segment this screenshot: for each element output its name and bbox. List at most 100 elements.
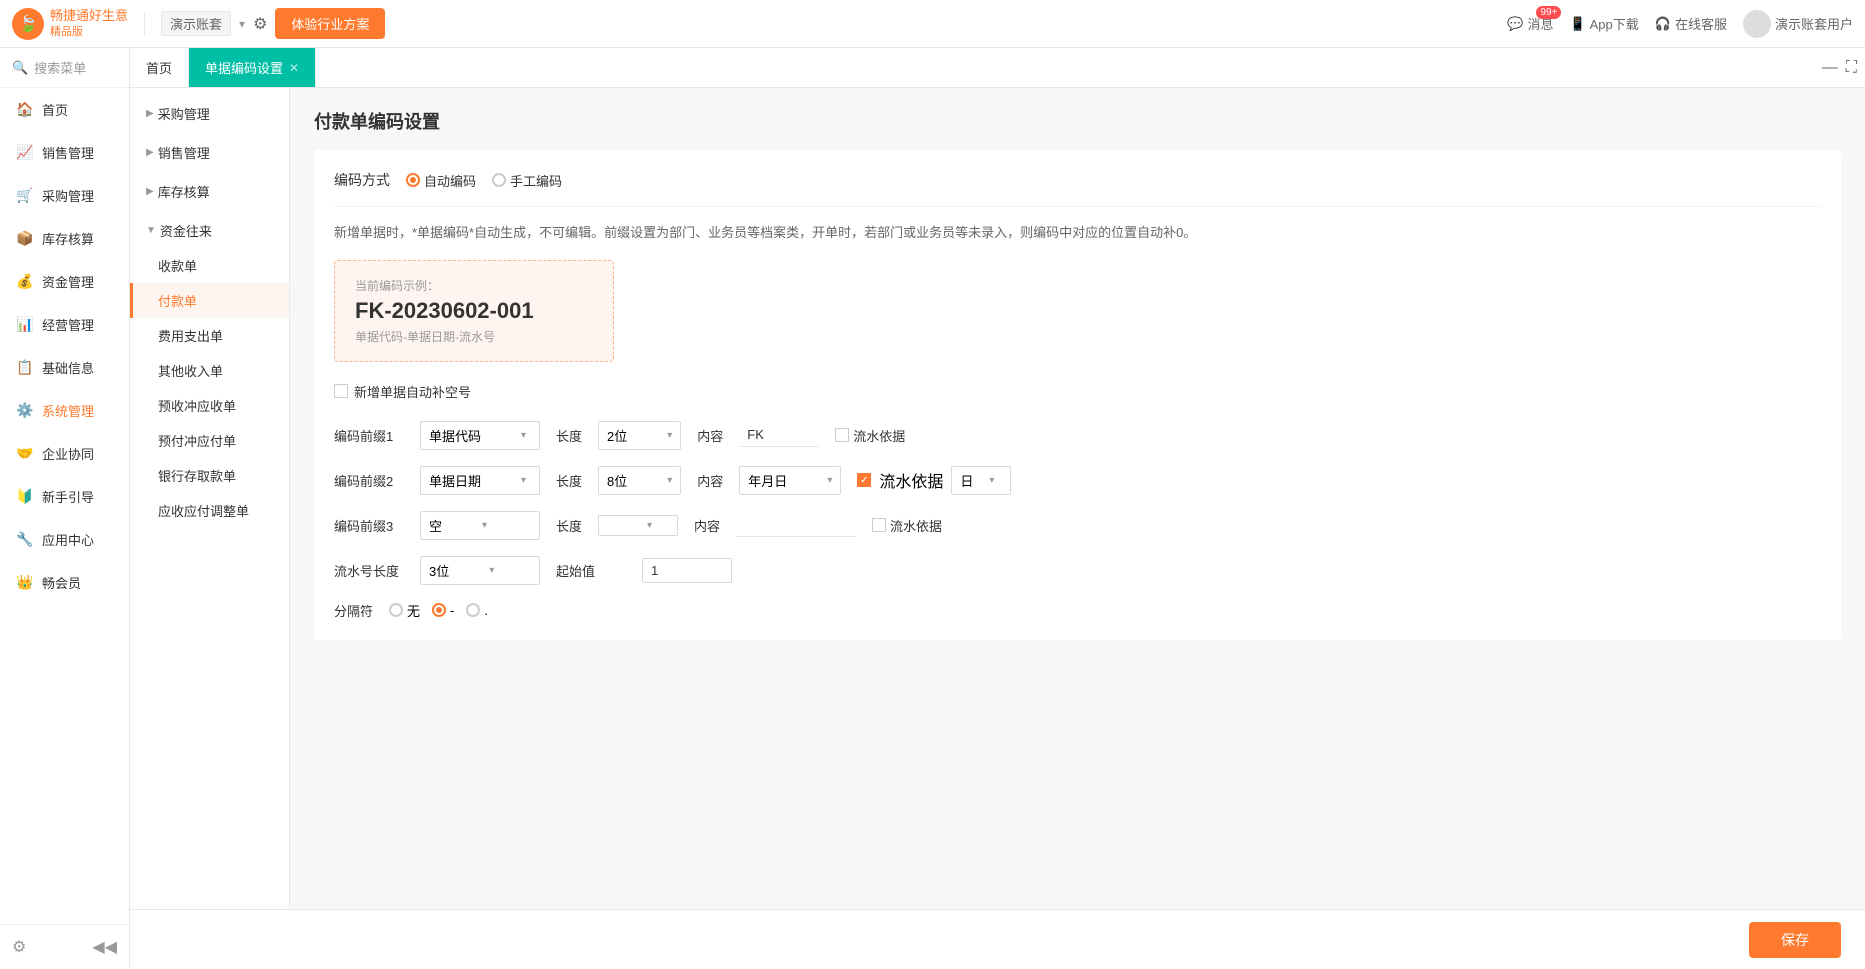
manual-code-radio-dot (492, 173, 506, 187)
prefix3-select[interactable]: 空 ▾ (420, 511, 540, 540)
message-button[interactable]: 💬 消息 99+ (1507, 14, 1553, 33)
prefix2-day-select[interactable]: 日 ▾ (951, 466, 1011, 495)
basic-icon: 📋 (16, 359, 34, 377)
settings-icon[interactable]: ⚙ (253, 14, 267, 34)
sidebar-item-inventory[interactable]: 📦 库存核算 (0, 217, 129, 260)
left-nav-item-advance-payment[interactable]: 预付冲应付单 (130, 423, 289, 458)
left-nav-group-inventory-title[interactable]: ▶ 库存核算 (130, 174, 289, 209)
left-nav-item-receipt[interactable]: 收款单 (130, 248, 289, 283)
prefix3-length-label: 长度 (556, 516, 582, 535)
chevron-down-icon[interactable]: ▾ (239, 17, 245, 31)
left-nav-item-bank-deposit[interactable]: 银行存取款单 (130, 458, 289, 493)
sidebar-item-basic[interactable]: 📋 基础信息 (0, 346, 129, 389)
auto-fill-label: 新增单据自动补空号 (354, 382, 471, 401)
sidebar-item-finance[interactable]: 💰 资金管理 (0, 260, 129, 303)
tab-maximize-icon[interactable]: ⛶ (1846, 59, 1857, 77)
tab-close-icon[interactable]: ✕ (289, 61, 299, 75)
appstore-icon: 🔧 (16, 531, 34, 549)
prefix2-length-select[interactable]: 8位 ▾ (598, 466, 681, 495)
sidebar-item-system[interactable]: ⚙️ 系统管理 (0, 389, 129, 432)
sidebar-search[interactable]: 🔍 搜索菜单 (0, 48, 129, 88)
sep-none[interactable]: 无 (389, 601, 420, 620)
prefix1-length-label: 长度 (556, 426, 582, 445)
sidebar-item-home[interactable]: 🏠 首页 (0, 88, 129, 131)
prefix3-length-select[interactable]: ▾ (598, 515, 678, 536)
left-nav-item-expense-label: 费用支出单 (158, 329, 223, 344)
collapse-icon[interactable]: ◀◀ (88, 933, 121, 961)
sidebar-item-operations[interactable]: 📊 经营管理 (0, 303, 129, 346)
prefix1-serial-check[interactable] (835, 428, 849, 442)
start-value-input[interactable] (642, 558, 732, 583)
prefix2-select[interactable]: 单据日期 ▾ (420, 466, 540, 495)
tab-home[interactable]: 首页 (130, 48, 189, 87)
encode-radio-group: 自动编码 手工编码 (406, 171, 562, 190)
prefix2-length-label: 长度 (556, 471, 582, 490)
auto-code-radio[interactable]: 自动编码 (406, 171, 476, 190)
bottom-bar: 保存 (130, 909, 1865, 969)
save-button[interactable]: 保存 (1749, 922, 1841, 958)
left-nav-group-sales-title[interactable]: ▶ 销售管理 (130, 135, 289, 170)
prefix1-value: 单据代码 (429, 426, 481, 445)
left-nav-group-inventory: ▶ 库存核算 (130, 174, 289, 209)
logo-sub-text: 精品版 (50, 23, 128, 39)
prefix3-serial-checkbox[interactable]: 流水依据 (872, 516, 942, 535)
top-bar-left: 🍃 畅捷通好生意 精品版 演示账套 ▾ ⚙ 体验行业方案 (12, 8, 385, 40)
left-nav: ▶ 采购管理 ▶ 销售管理 ▶ 库存核算 (130, 88, 290, 909)
left-nav-item-other-income[interactable]: 其他收入单 (130, 353, 289, 388)
left-nav-group-capital-title[interactable]: ▼ 资金往来 (130, 213, 289, 248)
tab-code-setting[interactable]: 单据编码设置 ✕ (189, 48, 316, 87)
left-nav-item-ar-ap-adjust[interactable]: 应收应付调整单 (130, 493, 289, 528)
left-nav-item-payment[interactable]: 付款单 (130, 283, 289, 318)
prefix1-length-select[interactable]: 2位 ▾ (598, 421, 681, 450)
sidebar-item-member[interactable]: 👑 畅会员 (0, 561, 129, 604)
prefix1-serial-checkbox[interactable]: 流水依据 (835, 426, 905, 445)
sidebar-item-label: 系统管理 (42, 401, 94, 420)
sidebar-item-guide[interactable]: 🔰 新手引导 (0, 475, 129, 518)
main-layout: 🔍 搜索菜单 🏠 首页 📈 销售管理 🛒 采购管理 📦 库存核算 💰 资金管理 … (0, 48, 1865, 969)
tab-home-label: 首页 (146, 58, 172, 77)
manual-code-radio[interactable]: 手工编码 (492, 171, 562, 190)
sidebar-item-label: 销售管理 (42, 143, 94, 162)
auto-fill-checkbox[interactable] (334, 384, 348, 398)
prefix2-serial-label: 流水依据 (879, 468, 943, 492)
logo-main-text: 畅捷通好生意 (50, 8, 128, 24)
dropdown-arrow-icon: ▾ (489, 565, 494, 576)
settings-bottom-icon[interactable]: ⚙ (8, 933, 30, 961)
prefix3-serial-check[interactable] (872, 518, 886, 532)
sidebar-item-appstore[interactable]: 🔧 应用中心 (0, 518, 129, 561)
sep-dash[interactable]: - (432, 603, 454, 618)
prefix2-content-label: 内容 (697, 471, 723, 490)
prefix2-serial-checkbox[interactable]: ✓ (857, 473, 871, 487)
prefix1-content-label: 内容 (697, 426, 723, 445)
inventory-icon: 📦 (16, 230, 34, 248)
sidebar-item-corp[interactable]: 🤝 企业协同 (0, 432, 129, 475)
top-bar-right: 💬 消息 99+ 📱 App下载 🎧 在线客服 演示账套用户 (1507, 10, 1853, 38)
sep-dot[interactable]: . (466, 603, 488, 618)
company-name[interactable]: 演示账套 (161, 11, 231, 36)
prefix1-content-input (739, 423, 819, 447)
member-icon: 👑 (16, 574, 34, 592)
sep-dash-dot (432, 603, 446, 617)
start-value-label: 起始值 (556, 561, 626, 580)
sidebar-item-sales[interactable]: 📈 销售管理 (0, 131, 129, 174)
left-nav-group-purchase: ▶ 采购管理 (130, 96, 289, 131)
left-nav-item-advance-collection[interactable]: 预收冲应收单 (130, 388, 289, 423)
sidebar-item-purchase[interactable]: 🛒 采购管理 (0, 174, 129, 217)
app-download-button[interactable]: 📱 App下载 (1569, 14, 1638, 33)
arrow-right-icon: ▶ (146, 186, 154, 197)
left-nav-item-expense[interactable]: 费用支出单 (130, 318, 289, 353)
tab-minimize-icon[interactable]: — (1822, 59, 1838, 77)
guide-icon: 🔰 (16, 488, 34, 506)
finance-icon: 💰 (16, 273, 34, 291)
encode-method-label: 编码方式 (334, 170, 390, 190)
prefix1-select[interactable]: 单据代码 ▾ (420, 421, 540, 450)
sidebar-item-label: 资金管理 (42, 272, 94, 291)
try-industry-button[interactable]: 体验行业方案 (275, 8, 385, 39)
left-nav-group-purchase-title[interactable]: ▶ 采购管理 (130, 96, 289, 131)
auto-fill-row: 新增单据自动补空号 (334, 382, 1821, 401)
sidebar-item-label: 新手引导 (42, 487, 94, 506)
serial-length-select[interactable]: 3位 ▾ (420, 556, 540, 585)
online-service-button[interactable]: 🎧 在线客服 (1655, 14, 1727, 33)
user-info[interactable]: 演示账套用户 (1743, 10, 1853, 38)
prefix2-content-select[interactable]: 年月日 ▾ (739, 466, 841, 495)
